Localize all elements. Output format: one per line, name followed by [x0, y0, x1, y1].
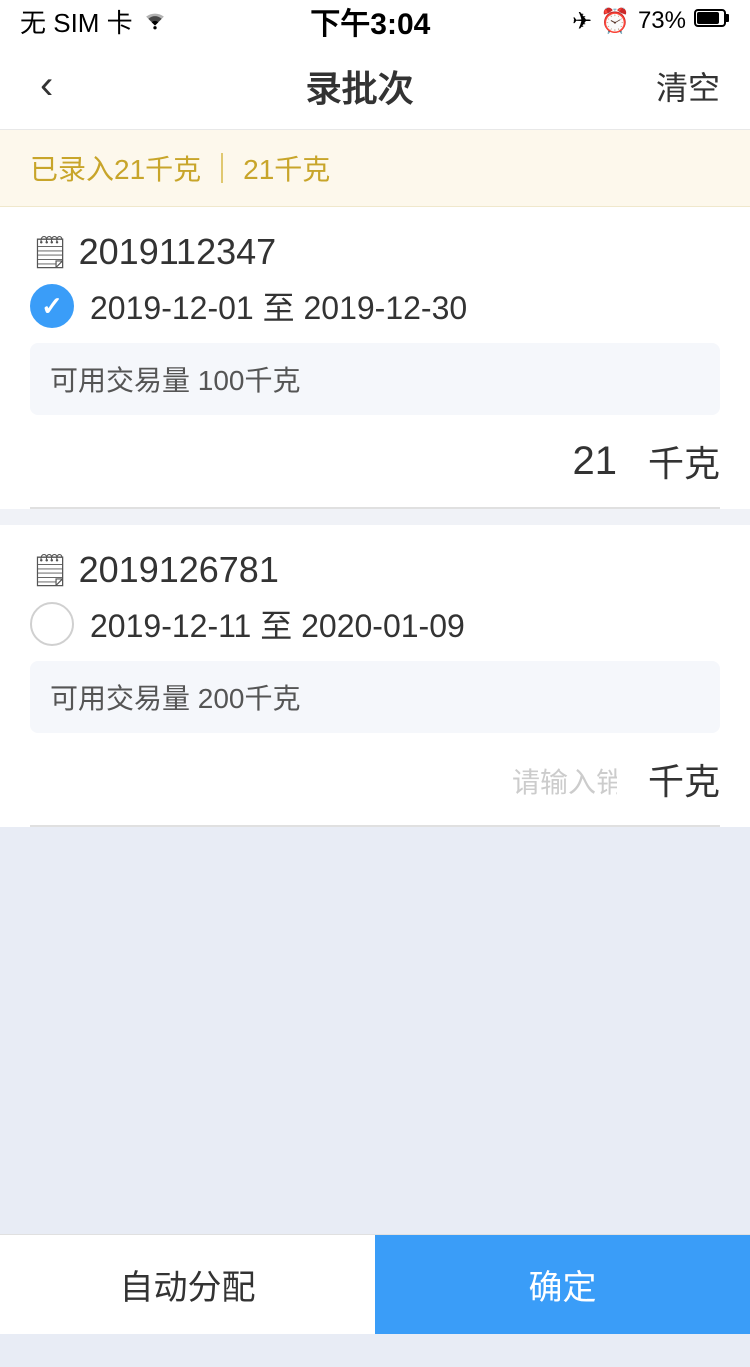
batch-doc-icon-2: 🗒: [30, 551, 71, 589]
total-amount: 21千克: [243, 148, 330, 188]
quantity-row-2: 千克: [0, 733, 750, 825]
status-left: 无 SIM 卡: [20, 3, 169, 40]
back-button[interactable]: ‹: [30, 53, 63, 118]
batch-date-row-1[interactable]: 2019-12-01 至 2019-12-30: [30, 283, 720, 329]
no-sim-text: 无 SIM 卡: [20, 3, 133, 40]
status-time: 下午3:04: [310, 0, 430, 43]
batch-item-1: 🗒 2019112347 2019-12-01 至 2019-12-30 可用交…: [0, 207, 750, 509]
status-bar: 无 SIM 卡 下午3:04 ✈ ⏰ 73%: [0, 0, 750, 42]
quantity-input-2[interactable]: [512, 757, 632, 802]
batch-available-1: 可用交易量 100千克: [30, 343, 720, 415]
batch-item-2: 🗒 2019126781 2019-12-11 至 2020-01-09 可用交…: [0, 525, 750, 827]
batch-doc-icon-1: 🗒: [30, 233, 71, 271]
battery-icon: [694, 7, 730, 35]
wifi-icon: [141, 6, 169, 37]
batch-id-1: 2019112347: [79, 231, 277, 273]
info-banner: 已录入21千克 21千克: [0, 130, 750, 207]
radio-button-1[interactable]: [30, 284, 74, 328]
batch-date-1: 2019-12-01 至 2019-12-30: [90, 283, 467, 329]
radio-button-2[interactable]: [30, 602, 74, 646]
auto-distribute-button[interactable]: 自动分配: [0, 1235, 375, 1334]
batch-id-row-2: 🗒 2019126781: [30, 549, 720, 591]
battery-text: 73%: [638, 7, 686, 35]
confirm-button[interactable]: 确定: [375, 1235, 750, 1334]
batch-date-2: 2019-12-11 至 2020-01-09: [90, 601, 465, 647]
info-divider: [221, 153, 223, 183]
quantity-input-1[interactable]: [512, 439, 632, 484]
status-right: ✈ ⏰ 73%: [572, 7, 730, 36]
quantity-unit-1: 千克: [648, 435, 720, 487]
location-icon: ✈: [572, 7, 592, 36]
nav-bar: ‹ 录批次 清空: [0, 42, 750, 130]
page-title: 录批次: [306, 60, 414, 112]
recorded-amount: 已录入21千克: [30, 148, 201, 188]
quantity-row-1: 千克: [0, 415, 750, 507]
batch-available-2: 可用交易量 200千克: [30, 661, 720, 733]
batch-date-row-2[interactable]: 2019-12-11 至 2020-01-09: [30, 601, 720, 647]
bottom-bar: 自动分配 确定: [0, 1234, 750, 1334]
batch-id-2: 2019126781: [79, 549, 279, 591]
batch-id-row-1: 🗒 2019112347: [30, 231, 720, 273]
alarm-icon: ⏰: [600, 7, 630, 36]
quantity-unit-2: 千克: [648, 753, 720, 805]
section-separator: [0, 509, 750, 525]
clear-button[interactable]: 清空: [656, 63, 720, 109]
